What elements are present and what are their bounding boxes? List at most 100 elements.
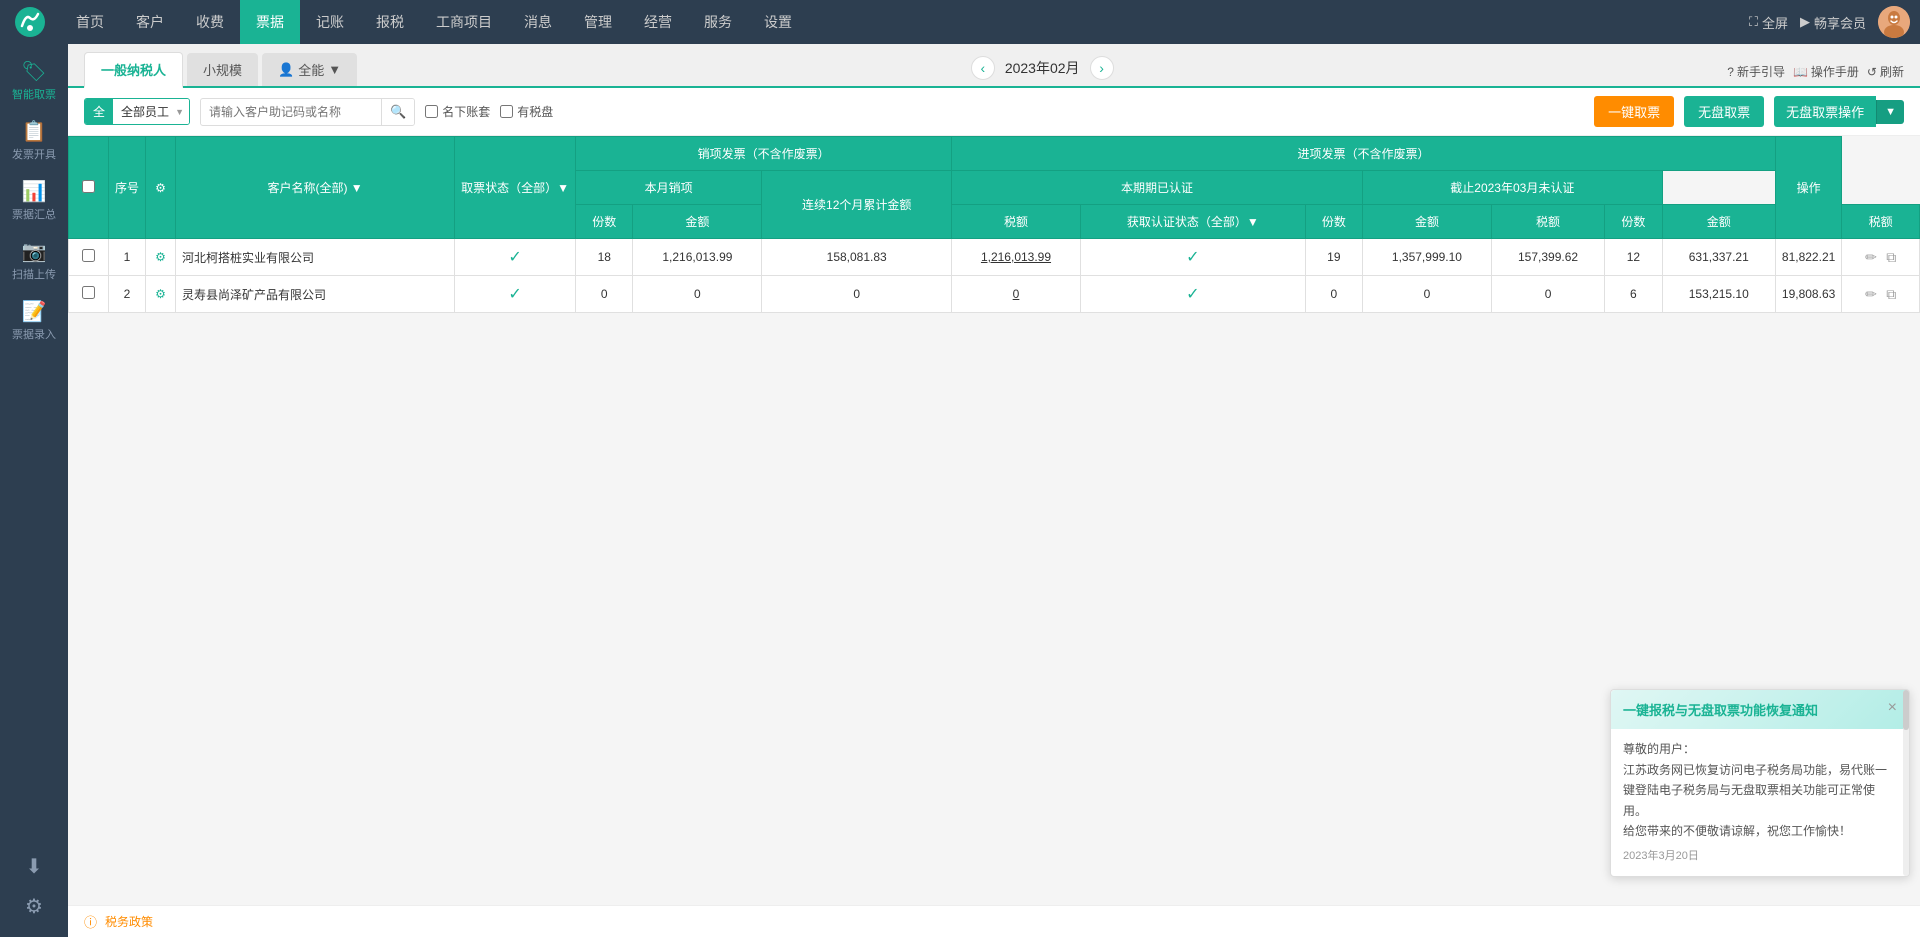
notification-line-3: 给您带来的不便敬请谅解，祝您工作愉快！	[1623, 821, 1897, 841]
notification-line-1: 尊敬的用户：	[1623, 739, 1897, 759]
guide-icon: ?	[1727, 65, 1734, 79]
sidebar-item-download[interactable]: ⬇	[4, 849, 64, 885]
row1-status-icon: ✓	[508, 249, 521, 266]
nav-home[interactable]: 首页	[60, 0, 120, 44]
sidebar-item-settings[interactable]: ⚙	[4, 889, 64, 925]
nav-business[interactable]: 工商项目	[420, 0, 508, 44]
sidebar-item-entry[interactable]: 📝 票据录入	[4, 294, 64, 350]
nav-settings[interactable]: 设置	[748, 0, 808, 44]
notification-scrollbar[interactable]	[1903, 690, 1909, 876]
tab-all[interactable]: 👤 全能 ▼	[262, 53, 357, 86]
nav-tax[interactable]: 报税	[360, 0, 420, 44]
avatar[interactable]	[1878, 6, 1910, 38]
prev-month-btn[interactable]: ‹	[971, 56, 995, 80]
taxbox-checkbox-label[interactable]: 有税盘	[500, 103, 553, 120]
search-input[interactable]	[201, 100, 381, 124]
row1-cert-status-icon: ✓	[1186, 249, 1199, 266]
sidebar-item-invoice-open[interactable]: 📋 发票开具	[4, 114, 64, 170]
wupan-ops-arrow-btn[interactable]: ▼	[1876, 100, 1904, 124]
nav-service[interactable]: 服务	[688, 0, 748, 44]
sidebar-item-scan[interactable]: 📷 扫描上传	[4, 234, 64, 290]
notification-scrollbar-thumb[interactable]	[1903, 690, 1909, 730]
row1-sales-tax: 158,081.83	[762, 239, 952, 276]
row1-cumulative-link[interactable]: 1,216,013.99	[981, 250, 1051, 264]
row2-uncert-amount: 153,215.10	[1662, 276, 1775, 313]
tab-small-scale[interactable]: 小规模	[187, 53, 258, 86]
yijian-btn[interactable]: 一键取票	[1594, 96, 1674, 127]
fullscreen-icon: ⛶	[1749, 14, 1758, 30]
table-group-header-row: 序号 ⚙ 客户名称(全部) ▼ 取票状态（全部）▼ 销项发票（不含作废票） 进项…	[69, 137, 1920, 171]
next-month-btn[interactable]: ›	[1090, 56, 1114, 80]
wupan-btn[interactable]: 无盘取票	[1684, 96, 1764, 127]
taxbox-label: 有税盘	[517, 103, 553, 120]
nav-client[interactable]: 客户	[120, 0, 180, 44]
row2-settings-icon: ⚙	[155, 287, 166, 301]
row1-copy-icon[interactable]: ⧉	[1883, 249, 1899, 265]
settings-icon: ⚙	[25, 897, 43, 917]
xiadan-checkbox-label[interactable]: 名下账套	[425, 103, 490, 120]
row2-copy-icon[interactable]: ⧉	[1883, 286, 1899, 302]
row2-settings[interactable]: ⚙	[146, 276, 176, 313]
row1-settings-icon: ⚙	[155, 250, 166, 264]
col-sales-count-header: 份数	[576, 205, 633, 239]
manual-btn[interactable]: 📖 操作手册	[1793, 63, 1859, 80]
row1-uncert-tax: 81,822.21	[1775, 239, 1841, 276]
nav-invoice[interactable]: 票据	[240, 0, 300, 44]
nav-account[interactable]: 记账	[300, 0, 360, 44]
guide-btn[interactable]: ? 新手引导	[1727, 63, 1785, 80]
select-all-checkbox[interactable]	[82, 180, 95, 193]
xiadan-checkbox[interactable]	[425, 105, 438, 118]
person-icon: 👤	[278, 62, 294, 78]
tab-small-label: 小规模	[203, 60, 242, 79]
row2-cert-status-icon: ✓	[1186, 286, 1199, 303]
wupan-ops-main-btn[interactable]: 无盘取票操作	[1774, 96, 1876, 127]
tab-general-taxpayer[interactable]: 一般纳税人	[84, 52, 183, 88]
notification-popup: 一键报税与无盘取票功能恢复通知 × 尊敬的用户： 江苏政务网已恢复访问电子税务局…	[1610, 689, 1910, 877]
nav-operation[interactable]: 经营	[628, 0, 688, 44]
col-uncertified-header: 截止2023年03月未认证	[1363, 171, 1663, 205]
row2-index: 2	[109, 276, 146, 313]
tab-right-actions: ? 新手引导 📖 操作手册 ↺ 刷新	[1727, 63, 1904, 86]
current-month: 2023年02月	[1005, 58, 1080, 78]
employee-selector[interactable]: 全 全部员工	[84, 98, 190, 125]
row2-cumulative-link[interactable]: 0	[1013, 287, 1020, 301]
search-button[interactable]: 🔍	[381, 99, 414, 125]
month-navigator: ‹ 2023年02月 ›	[971, 56, 1114, 80]
taxbox-checkbox[interactable]	[500, 105, 513, 118]
nav-fee[interactable]: 收费	[180, 0, 240, 44]
fullscreen-label: 全屏	[1762, 13, 1788, 32]
refresh-btn[interactable]: ↺ 刷新	[1867, 63, 1904, 80]
sidebar-item-smart-ticket[interactable]: 🏷 智能取票	[4, 54, 64, 110]
row1-checkbox[interactable]	[69, 239, 109, 276]
tab-nav-center: ‹ 2023年02月 ›	[361, 56, 1723, 86]
manual-label: 操作手册	[1811, 63, 1859, 80]
row2-edit-icon[interactable]: ✏	[1862, 286, 1880, 302]
col-index-header: 序号	[109, 137, 146, 239]
wupan-ops-group: 无盘取票操作 ▼	[1774, 96, 1904, 127]
nav-manage[interactable]: 管理	[568, 0, 628, 44]
fullscreen-btn[interactable]: ⛶ 全屏	[1749, 13, 1788, 32]
smart-ticket-icon: 🏷	[21, 62, 46, 82]
manual-icon: 📖	[1793, 65, 1808, 79]
row1-edit-icon[interactable]: ✏	[1862, 249, 1880, 265]
sidebar-item-summary[interactable]: 📊 票据汇总	[4, 174, 64, 230]
col-uncert-count-header: 份数	[1605, 205, 1662, 239]
download-icon: ⬇	[26, 857, 43, 877]
sidebar-item-label-entry: 票据录入	[12, 326, 56, 342]
search-wrapper: 🔍	[200, 98, 415, 126]
row1-settings[interactable]: ⚙	[146, 239, 176, 276]
sidebar-bottom: ⬇ ⚙	[4, 849, 64, 937]
member-btn[interactable]: ▶ 畅享会员	[1800, 13, 1866, 32]
row1-cert-tax: 157,399.62	[1491, 239, 1604, 276]
row2-checkbox[interactable]	[69, 276, 109, 313]
notification-close-btn[interactable]: ×	[1888, 700, 1897, 716]
col-name-header: 客户名称(全部) ▼	[176, 137, 455, 239]
row2-cert-status: ✓	[1080, 276, 1305, 313]
col-sales-group-header: 销项发票（不含作废票）	[576, 137, 952, 171]
row1-sales-amount: 1,216,013.99	[633, 239, 762, 276]
col-certified-header: 本期期已认证	[952, 171, 1363, 205]
tax-policy-link[interactable]: 税务政策	[105, 913, 153, 930]
nav-message[interactable]: 消息	[508, 0, 568, 44]
scan-icon: 📷	[22, 242, 47, 262]
employee-dropdown[interactable]: 全部员工	[113, 99, 189, 124]
